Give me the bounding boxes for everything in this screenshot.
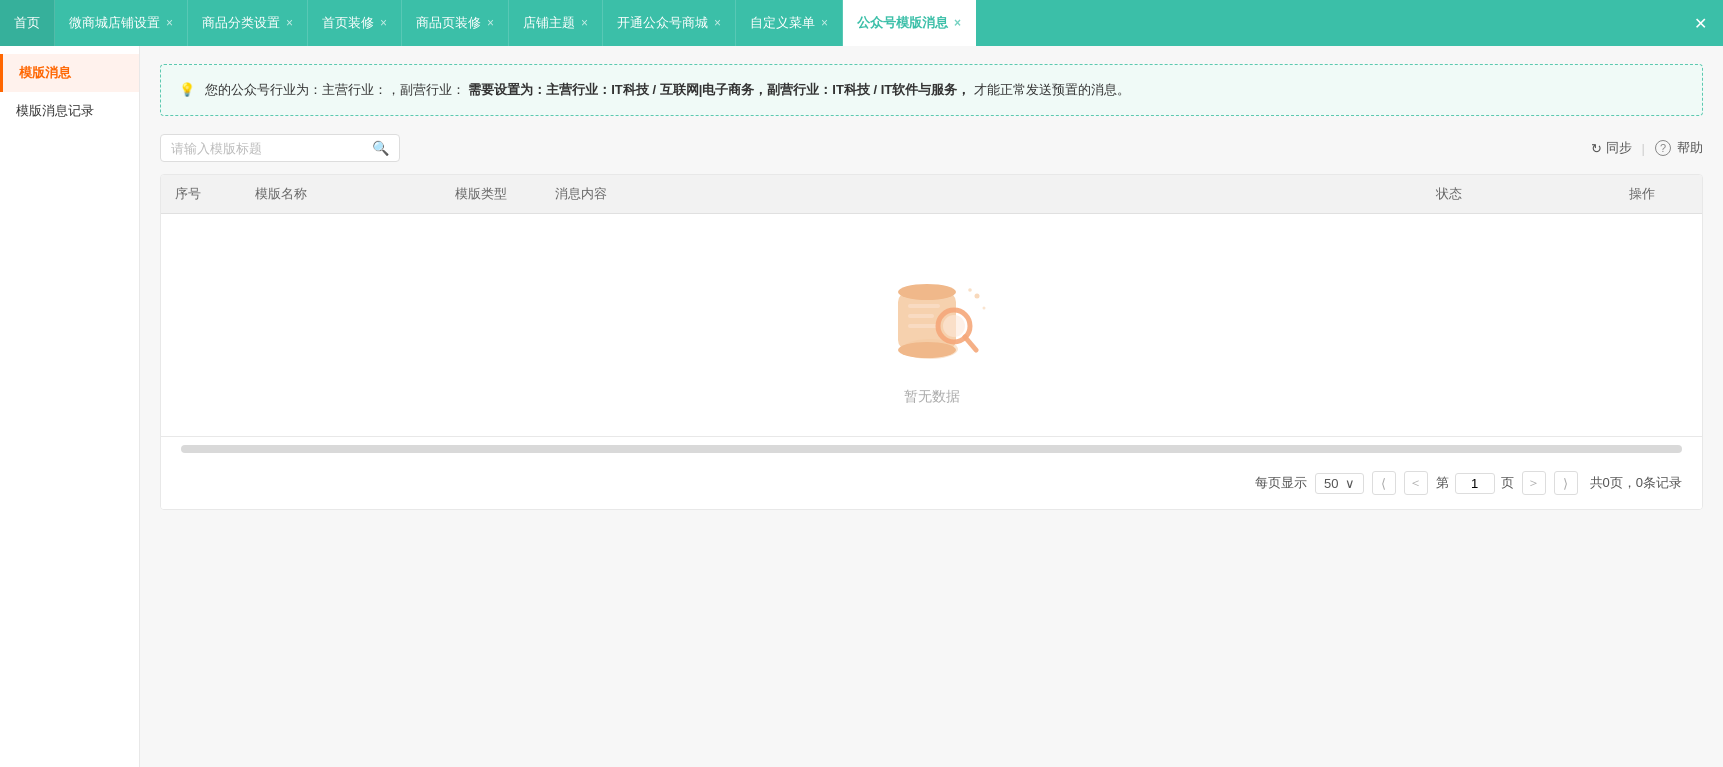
sync-button[interactable]: ↻ 同步 xyxy=(1591,139,1632,157)
nav-tab-template-msg-close[interactable]: × xyxy=(954,16,961,30)
total-text: 共0页，0条记录 xyxy=(1590,474,1682,492)
nav-tab-home-label: 首页 xyxy=(14,14,40,32)
sidebar: 模版消息 模版消息记录 xyxy=(0,46,140,767)
svg-point-12 xyxy=(968,288,972,292)
nav-tab-homepage-close[interactable]: × xyxy=(380,16,387,30)
sync-icon: ↻ xyxy=(1591,141,1602,156)
help-label: 帮助 xyxy=(1677,139,1703,157)
nav-tab-product-page[interactable]: 商品页装修 × xyxy=(402,0,509,46)
notice-icon: 💡 xyxy=(179,82,195,97)
nav-tab-mall[interactable]: 开通公众号商城 × xyxy=(603,0,736,46)
svg-point-2 xyxy=(898,284,956,300)
search-input-wrap[interactable]: 🔍 xyxy=(160,134,400,162)
nav-tab-product-page-close[interactable]: × xyxy=(487,16,494,30)
th-seq: 序号 xyxy=(161,175,241,213)
nav-tab-theme[interactable]: 店铺主题 × xyxy=(509,0,603,46)
svg-rect-6 xyxy=(908,324,938,328)
nav-tab-category-close[interactable]: × xyxy=(286,16,293,30)
first-page-icon: ⟨ xyxy=(1381,476,1386,491)
sidebar-item-template-msg-record[interactable]: 模版消息记录 xyxy=(0,92,139,130)
top-navigation: 首页 微商城店铺设置 × 商品分类设置 × 首页装修 × 商品页装修 × 店铺主… xyxy=(0,0,1723,46)
nav-tab-store-settings[interactable]: 微商城店铺设置 × xyxy=(55,0,188,46)
close-all-button[interactable]: ✕ xyxy=(1678,14,1723,33)
svg-point-8 xyxy=(943,315,965,337)
notice-prefix: 您的公众号行业为：主营行业：，副营行业： xyxy=(205,82,465,97)
nav-tab-template-msg[interactable]: 公众号模版消息 × xyxy=(843,0,976,46)
svg-point-11 xyxy=(982,307,985,310)
svg-line-9 xyxy=(965,337,976,350)
sidebar-item-template-msg[interactable]: 模版消息 xyxy=(0,54,139,92)
sync-label: 同步 xyxy=(1606,139,1632,157)
page-size-value: 50 xyxy=(1324,476,1338,491)
nav-tab-theme-close[interactable]: × xyxy=(581,16,588,30)
nav-tab-theme-label: 店铺主题 xyxy=(523,14,575,32)
th-name: 模版名称 xyxy=(241,175,441,213)
svg-point-10 xyxy=(974,294,979,299)
main-layout: 模版消息 模版消息记录 💡 您的公众号行业为：主营行业：，副营行业： 需要设置为… xyxy=(0,46,1723,767)
search-icon[interactable]: 🔍 xyxy=(372,140,389,156)
table-header: 序号 模版名称 模版类型 消息内容 状态 操作 xyxy=(161,175,1702,214)
th-status: 状态 xyxy=(1422,175,1582,213)
th-type: 模版类型 xyxy=(441,175,541,213)
page-size-label: 每页显示 xyxy=(1255,474,1307,492)
fake-scrollbar[interactable] xyxy=(181,445,1682,453)
search-input[interactable] xyxy=(171,141,372,156)
svg-rect-5 xyxy=(908,314,934,318)
search-bar: 🔍 ↻ 同步 | ? 帮助 xyxy=(160,134,1703,162)
nav-tab-homepage-label: 首页装修 xyxy=(322,14,374,32)
svg-point-3 xyxy=(898,342,956,358)
page-number-input[interactable] xyxy=(1455,473,1495,494)
nav-tab-menu[interactable]: 自定义菜单 × xyxy=(736,0,843,46)
nav-tab-mall-close[interactable]: × xyxy=(714,16,721,30)
nav-tab-mall-label: 开通公众号商城 xyxy=(617,14,708,32)
close-all-icon: ✕ xyxy=(1694,14,1707,33)
page-input-group: 第 页 xyxy=(1436,473,1514,494)
empty-illustration xyxy=(872,254,992,374)
page-unit: 页 xyxy=(1501,474,1514,492)
nav-tab-template-msg-label: 公众号模版消息 xyxy=(857,14,948,32)
last-page-icon: ⟩ xyxy=(1563,476,1568,491)
nav-tab-homepage[interactable]: 首页装修 × xyxy=(308,0,402,46)
th-content: 消息内容 xyxy=(541,175,1422,213)
chevron-down-icon: ∨ xyxy=(1345,476,1355,491)
nav-tab-category-label: 商品分类设置 xyxy=(202,14,280,32)
next-page-button[interactable]: ＞ xyxy=(1522,471,1546,495)
nav-tab-home[interactable]: 首页 xyxy=(0,0,55,46)
sidebar-item-template-msg-label: 模版消息 xyxy=(19,65,71,80)
sidebar-item-template-msg-record-label: 模版消息记录 xyxy=(16,103,94,118)
first-page-button[interactable]: ⟨ xyxy=(1372,471,1396,495)
notice-box: 💡 您的公众号行业为：主营行业：，副营行业： 需要设置为：主营行业：IT科技 /… xyxy=(160,64,1703,116)
help-circle-icon: ? xyxy=(1655,140,1671,156)
prev-page-button[interactable]: ＜ xyxy=(1404,471,1428,495)
nav-tab-product-page-label: 商品页装修 xyxy=(416,14,481,32)
empty-text: 暂无数据 xyxy=(904,388,960,406)
search-actions: ↻ 同步 | ? 帮助 xyxy=(1591,139,1703,157)
page-label: 第 xyxy=(1436,474,1449,492)
help-button[interactable]: ? 帮助 xyxy=(1655,139,1703,157)
nav-tab-store-settings-close[interactable]: × xyxy=(166,16,173,30)
data-table: 序号 模版名称 模版类型 消息内容 状态 操作 xyxy=(160,174,1703,510)
main-content: 💡 您的公众号行业为：主营行业：，副营行业： 需要设置为：主营行业：IT科技 /… xyxy=(140,46,1723,767)
notice-highlight: 需要设置为：主营行业：IT科技 / 互联网|电子商务，副营行业：IT科技 / I… xyxy=(468,82,970,97)
last-page-button[interactable]: ⟩ xyxy=(1554,471,1578,495)
svg-rect-4 xyxy=(908,304,940,308)
nav-tab-category[interactable]: 商品分类设置 × xyxy=(188,0,308,46)
nav-tab-menu-close[interactable]: × xyxy=(821,16,828,30)
notice-suffix: 才能正常发送预置的消息。 xyxy=(974,82,1130,97)
nav-tab-menu-label: 自定义菜单 xyxy=(750,14,815,32)
next-page-icon: ＞ xyxy=(1527,474,1540,492)
page-size-select[interactable]: 50 ∨ xyxy=(1315,473,1363,494)
prev-page-icon: ＜ xyxy=(1409,474,1422,492)
nav-tab-store-settings-label: 微商城店铺设置 xyxy=(69,14,160,32)
empty-state: 暂无数据 xyxy=(161,214,1702,436)
scrollbar-area xyxy=(161,436,1702,461)
divider: | xyxy=(1642,141,1645,156)
pagination: 每页显示 50 ∨ ⟨ ＜ 第 页 ＞ xyxy=(161,461,1702,509)
th-action: 操作 xyxy=(1582,175,1702,213)
